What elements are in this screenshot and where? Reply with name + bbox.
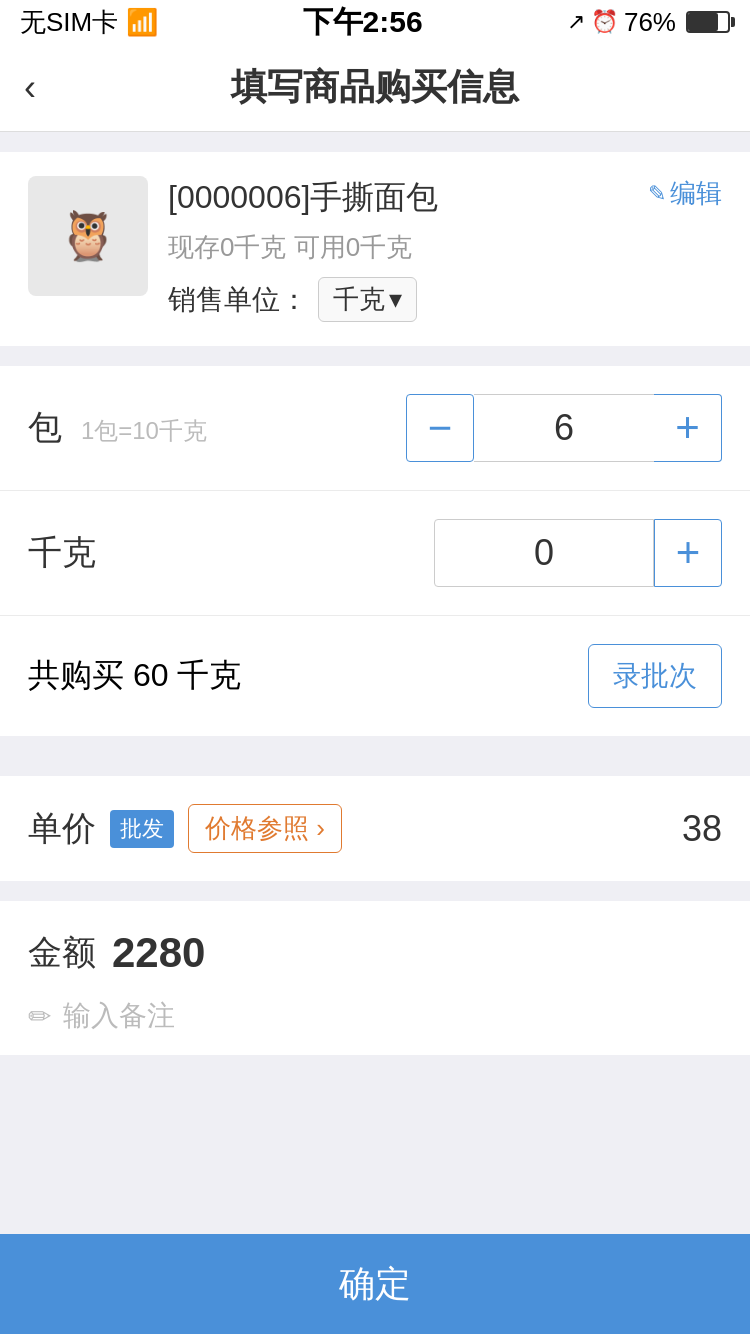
status-right: ↗ ⏰ 76% bbox=[567, 7, 730, 38]
confirm-button[interactable]: 确定 bbox=[339, 1260, 411, 1309]
edit-label: 编辑 bbox=[670, 176, 722, 211]
page-title: 填写商品购买信息 bbox=[231, 63, 519, 112]
kilogram-row: 千克 + bbox=[0, 491, 750, 616]
amount-value: 2280 bbox=[112, 929, 205, 977]
kilogram-label: 千克 bbox=[28, 530, 96, 576]
unit-chevron-icon: ▾ bbox=[389, 284, 402, 315]
edit-button[interactable]: ✎ 编辑 bbox=[648, 176, 722, 211]
product-info: [0000006]手撕面包 现存0千克 可用0千克 销售单位： 千克 ▾ bbox=[168, 176, 722, 322]
time-label: 下午2:56 bbox=[303, 2, 423, 43]
carrier-label: 无SIM卡 bbox=[20, 5, 118, 40]
amount-row: 金额 2280 bbox=[28, 929, 722, 977]
product-thumbnail: 🦉 bbox=[28, 176, 148, 296]
separator-1 bbox=[0, 346, 750, 366]
price-reference-button[interactable]: 价格参照 › bbox=[188, 804, 342, 853]
price-label: 单价 bbox=[28, 806, 96, 852]
location-icon: ↗ bbox=[567, 9, 585, 35]
package-quantity-input[interactable] bbox=[474, 394, 654, 462]
price-section: 单价 批发 价格参照 › 38 bbox=[0, 776, 750, 881]
package-decrement-button[interactable]: − bbox=[406, 394, 474, 462]
pencil-icon: ✏ bbox=[28, 1000, 51, 1033]
package-stepper: − + bbox=[406, 394, 722, 462]
package-hint: 1包=10千克 bbox=[81, 417, 207, 444]
status-left: 无SIM卡 📶 bbox=[20, 5, 158, 40]
total-label: 共购买 60 千克 bbox=[28, 654, 241, 698]
unit-selector[interactable]: 千克 ▾ bbox=[318, 277, 417, 322]
product-unit-row: 销售单位： 千克 ▾ bbox=[168, 277, 722, 322]
package-increment-button[interactable]: + bbox=[654, 394, 722, 462]
nav-bar: ‹ 填写商品购买信息 bbox=[0, 44, 750, 132]
price-row: 单价 批发 价格参照 › 38 bbox=[28, 804, 722, 853]
battery-icon bbox=[686, 11, 730, 33]
unit-value: 千克 bbox=[333, 282, 385, 317]
batch-tag: 批发 bbox=[110, 810, 174, 848]
amount-section: 金额 2280 ✏ 输入备注 bbox=[0, 901, 750, 1055]
total-row: 共购买 60 千克 录批次 bbox=[0, 616, 750, 736]
product-thumb-icon: 🦉 bbox=[58, 208, 118, 264]
kilogram-stepper: + bbox=[434, 519, 722, 587]
product-card: 🦉 [0000006]手撕面包 现存0千克 可用0千克 销售单位： 千克 ▾ ✎… bbox=[0, 152, 750, 346]
confirm-bar[interactable]: 确定 bbox=[0, 1234, 750, 1334]
battery-label: 76% bbox=[624, 7, 676, 38]
kilogram-quantity-input[interactable] bbox=[434, 519, 654, 587]
edit-icon: ✎ bbox=[648, 181, 666, 207]
package-label-group: 包 1包=10千克 bbox=[28, 405, 207, 451]
package-label: 包 bbox=[28, 408, 62, 446]
amount-label: 金额 bbox=[28, 930, 96, 976]
kilogram-increment-button[interactable]: + bbox=[654, 519, 722, 587]
alarm-icon: ⏰ bbox=[591, 9, 618, 35]
note-row[interactable]: ✏ 输入备注 bbox=[28, 997, 722, 1035]
back-button[interactable]: ‹ bbox=[24, 67, 36, 109]
record-batch-button[interactable]: 录批次 bbox=[588, 644, 722, 708]
price-value: 38 bbox=[682, 808, 722, 850]
product-name: [0000006]手撕面包 bbox=[168, 176, 722, 220]
separator-2 bbox=[0, 736, 750, 756]
status-bar: 无SIM卡 📶 下午2:56 ↗ ⏰ 76% bbox=[0, 0, 750, 44]
note-label: 输入备注 bbox=[63, 997, 175, 1035]
price-left-group: 单价 批发 价格参照 › bbox=[28, 804, 342, 853]
wifi-icon: 📶 bbox=[126, 7, 158, 38]
unit-label: 销售单位： bbox=[168, 281, 308, 319]
quantity-section: 包 1包=10千克 − + 千克 + 共购买 60 千克 录批次 bbox=[0, 366, 750, 736]
product-stock: 现存0千克 可用0千克 bbox=[168, 230, 722, 265]
package-row: 包 1包=10千克 − + bbox=[0, 366, 750, 491]
